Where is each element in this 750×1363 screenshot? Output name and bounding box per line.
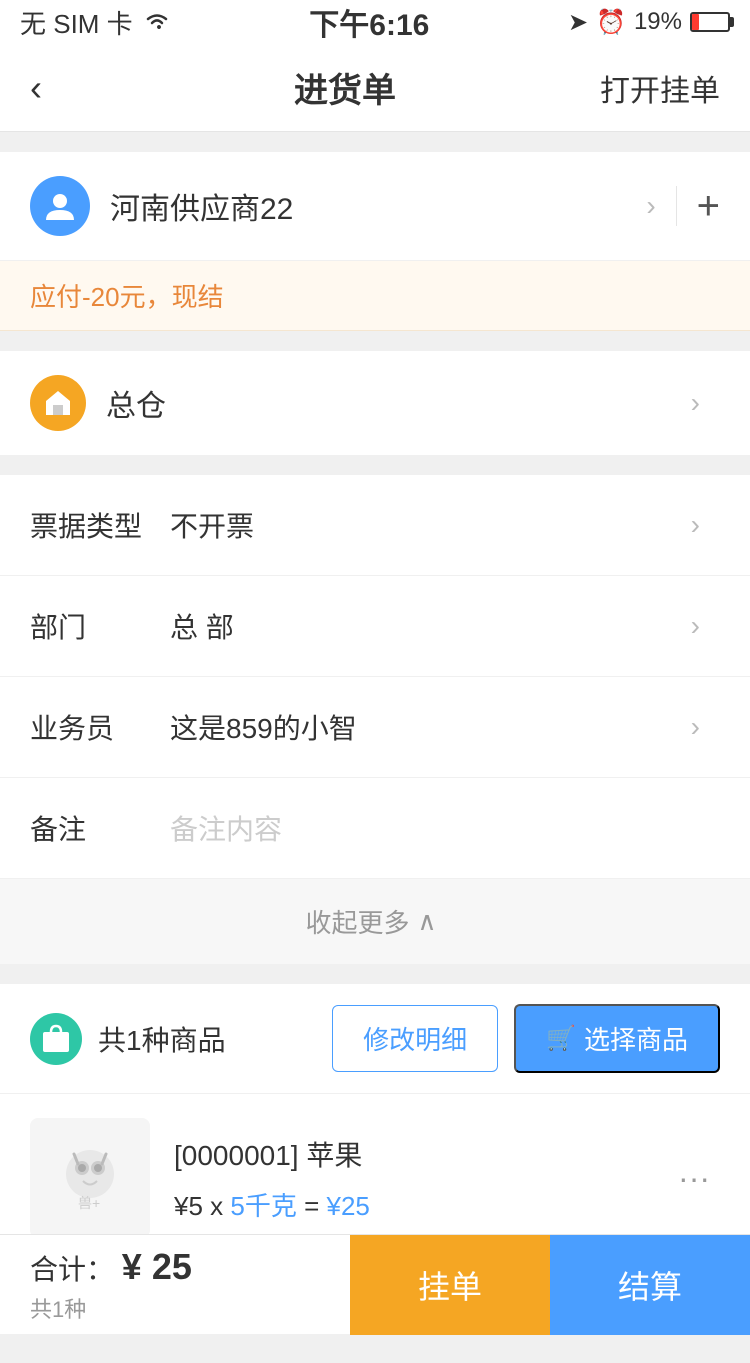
add-supplier-button[interactable]: +: [697, 184, 720, 229]
remark-label: 备注: [30, 808, 150, 848]
products-header: 共1种商品 修改明细 🛒 选择商品: [0, 984, 750, 1094]
battery-percent: 19%: [634, 8, 682, 36]
carrier-text: 无 SIM 卡: [20, 4, 133, 41]
department-row[interactable]: 部门 总 部 ›: [0, 576, 750, 677]
form-section: 票据类型 不开票 › 部门 总 部 › 业务员 这是859的小智 › 备注 备注…: [0, 475, 750, 879]
salesperson-label: 业务员: [30, 707, 150, 747]
section-divider-3: [0, 455, 750, 475]
location-icon: ➤: [568, 8, 588, 37]
salesperson-chevron-icon: ›: [691, 711, 700, 743]
select-product-button[interactable]: 🛒 选择商品: [514, 1004, 720, 1073]
supplier-chevron-icon: ›: [646, 190, 655, 222]
total-sub: 共1种: [30, 1292, 320, 1324]
ticket-type-label: 票据类型: [30, 505, 150, 545]
total-line: 合计： ¥ 25: [30, 1246, 320, 1288]
collapse-label: 收起更多: [305, 903, 409, 940]
total-section: 合计： ¥ 25 共1种: [0, 1246, 350, 1324]
department-chevron-icon: ›: [691, 610, 700, 642]
remark-input[interactable]: 备注内容: [150, 808, 720, 848]
section-divider-2: [0, 331, 750, 351]
qty: 5千克: [230, 1191, 296, 1221]
total-amount: ¥ 25: [122, 1246, 192, 1287]
product-name: [0000001] 苹果: [174, 1134, 668, 1174]
alarm-icon: ⏰: [596, 8, 626, 37]
edit-detail-button[interactable]: 修改明细: [332, 1005, 498, 1072]
ticket-type-chevron-icon: ›: [691, 509, 700, 541]
warehouse-row[interactable]: 总仓 ›: [0, 351, 750, 455]
product-price: ¥5 x 5千克 = ¥25: [174, 1186, 668, 1223]
total-price: ¥25: [327, 1191, 370, 1221]
page-title: 进货单: [294, 63, 396, 112]
status-bar: 无 SIM 卡 下午6:16 ➤ ⏰ 19%: [0, 0, 750, 44]
nav-bar: ‹ 进货单 打开挂单: [0, 44, 750, 132]
warehouse-section: 总仓 ›: [0, 351, 750, 455]
warehouse-icon: [30, 375, 86, 431]
warehouse-name: 总仓: [106, 381, 691, 425]
open-hold-button[interactable]: 打开挂单: [600, 66, 720, 110]
battery-icon: [690, 12, 730, 32]
supplier-name: 河南供应商22: [110, 184, 646, 228]
bottom-bar: 合计： ¥ 25 共1种 挂单 结算: [0, 1234, 750, 1334]
status-time: 下午6:16: [309, 0, 429, 44]
unit-price: ¥5: [174, 1191, 203, 1221]
product-info: [0000001] 苹果 ¥5 x 5千克 = ¥25: [174, 1134, 668, 1223]
back-button[interactable]: ‹: [30, 67, 90, 109]
divider: [676, 186, 677, 226]
total-label: 合计：: [30, 1254, 114, 1285]
section-divider-1: [0, 132, 750, 152]
collapse-icon: ∧: [417, 906, 436, 937]
remark-row[interactable]: 备注 备注内容: [0, 778, 750, 879]
salesperson-value: 这是859的小智: [150, 707, 691, 747]
supplier-section: 河南供应商22 › + 应付-20元，现结: [0, 152, 750, 331]
ticket-type-value: 不开票: [150, 505, 691, 545]
equals-sign: =: [304, 1191, 326, 1221]
select-product-label: 选择商品: [584, 1020, 688, 1057]
supplier-avatar: [30, 176, 90, 236]
status-right: ➤ ⏰ 19%: [568, 8, 730, 37]
warehouse-chevron-icon: ›: [691, 387, 700, 419]
multiply-sign: x: [210, 1191, 230, 1221]
department-value: 总 部: [150, 606, 691, 646]
department-label: 部门: [30, 606, 150, 646]
products-icon: [30, 1013, 82, 1065]
salesperson-row[interactable]: 业务员 这是859的小智 ›: [0, 677, 750, 778]
notice-banner: 应付-20元，现结: [0, 261, 750, 331]
section-divider-4: [0, 964, 750, 984]
ticket-type-row[interactable]: 票据类型 不开票 ›: [0, 475, 750, 576]
products-count: 共1种商品: [98, 1019, 332, 1059]
svg-text:兽+: 兽+: [78, 1195, 100, 1211]
checkout-button[interactable]: 结算: [550, 1235, 750, 1335]
supplier-row[interactable]: 河南供应商22 › +: [0, 152, 750, 261]
status-left: 无 SIM 卡: [20, 4, 171, 41]
hold-button[interactable]: 挂单: [350, 1235, 550, 1335]
collapse-row[interactable]: 收起更多 ∧: [0, 879, 750, 964]
products-section: 共1种商品 修改明细 🛒 选择商品 兽+ [0000001] 苹果: [0, 984, 750, 1263]
cart-icon: 🛒: [546, 1024, 576, 1053]
wifi-icon: [143, 7, 171, 38]
product-thumbnail: 兽+: [30, 1118, 150, 1238]
more-button[interactable]: ···: [668, 1150, 720, 1207]
